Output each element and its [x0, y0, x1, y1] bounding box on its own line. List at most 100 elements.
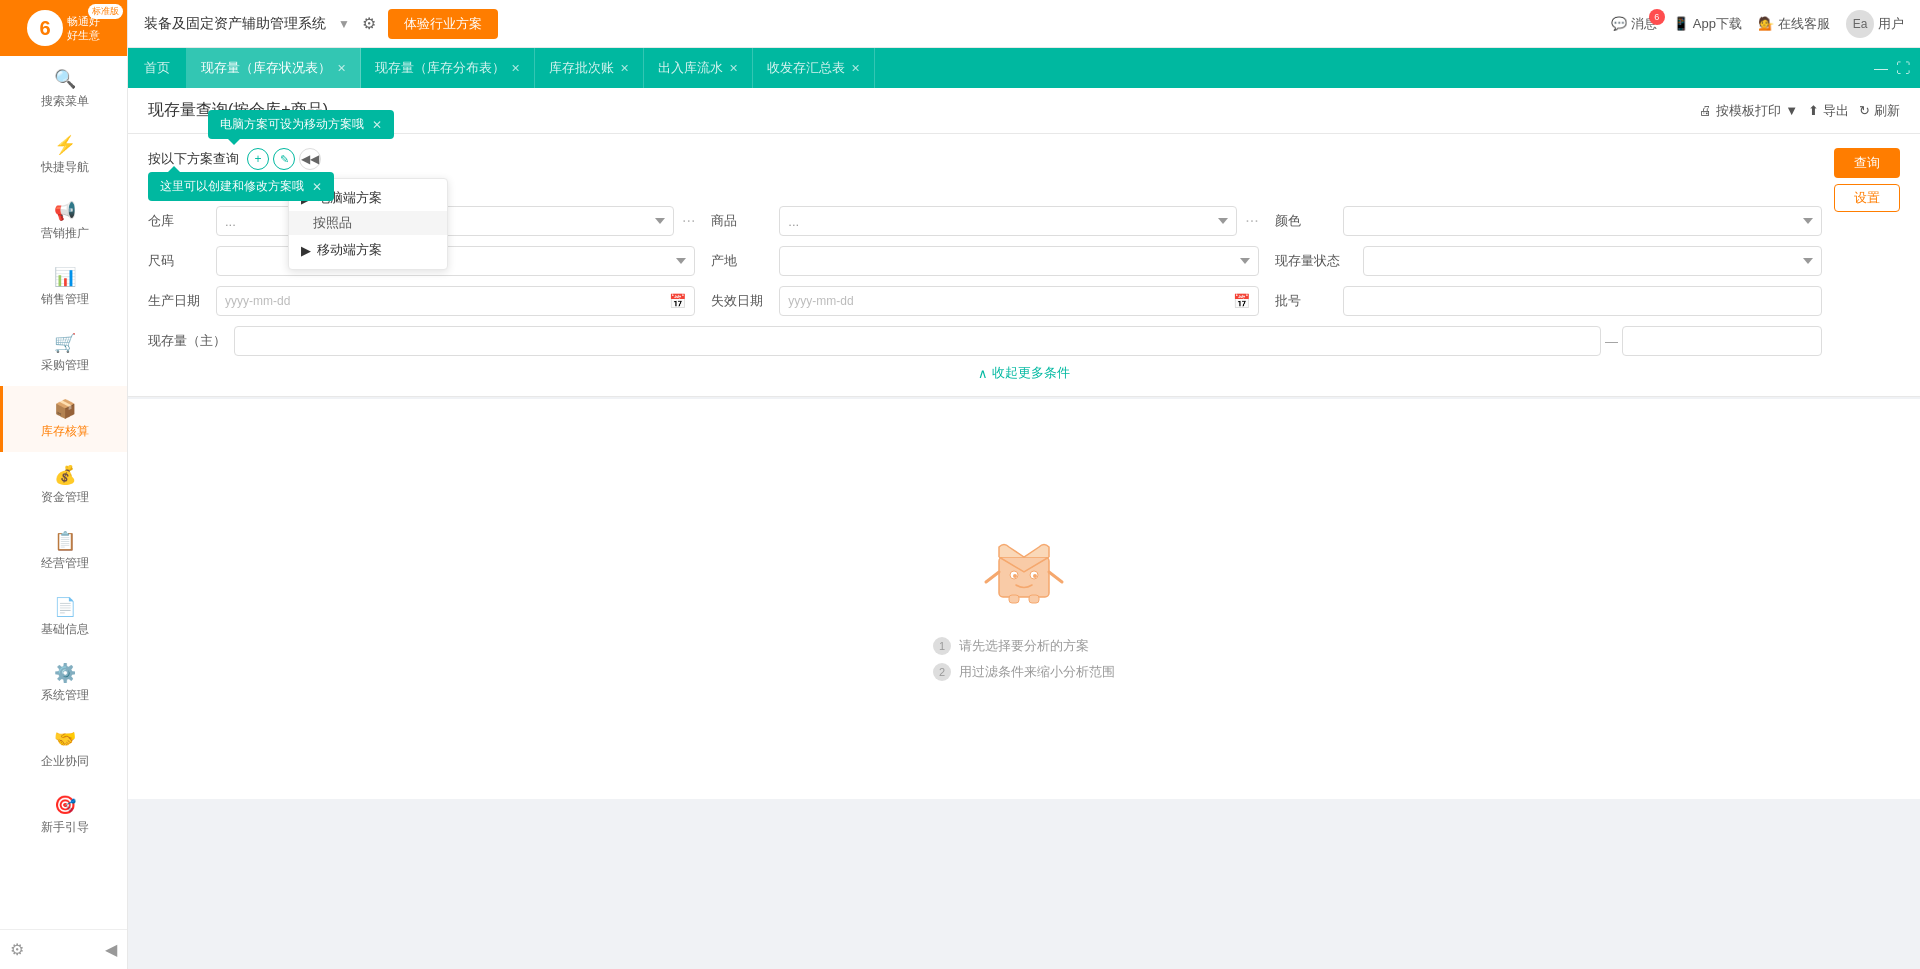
warehouse-dots[interactable]: ···	[682, 212, 695, 230]
tab-batch-account[interactable]: 库存批次账 ✕	[535, 48, 644, 88]
tab-home[interactable]: 首页	[128, 48, 187, 88]
header-settings-icon[interactable]: ⚙	[362, 14, 376, 33]
tab-inventory-status[interactable]: 现存量（库存状况表） ✕	[187, 48, 361, 88]
tab-close-batch-account[interactable]: ✕	[620, 62, 629, 75]
tab-close-inventory-dist[interactable]: ✕	[511, 62, 520, 75]
refresh-btn[interactable]: ↻ 刷新	[1859, 102, 1900, 120]
stock-qty-to[interactable]	[1622, 326, 1822, 356]
online-support-btn[interactable]: 💁 在线客服	[1758, 15, 1830, 33]
tab-inventory-dist[interactable]: 现存量（库存分布表） ✕	[361, 48, 535, 88]
prev-scheme-btn[interactable]: ◀◀	[299, 148, 321, 170]
sidebar-item-system[interactable]: ⚙️ 系统管理	[0, 650, 127, 716]
sidebar-item-enterprise[interactable]: 🤝 企业协同	[0, 716, 127, 782]
logo-badge: 标准版	[88, 4, 123, 19]
filter-item-prod-date: 生产日期 yyyy-mm-dd 📅	[148, 286, 695, 316]
refresh-icon: ↻	[1859, 103, 1870, 118]
tabs-right-actions: — ⛶	[1864, 60, 1920, 76]
app-download-icon: 📱	[1673, 16, 1689, 31]
page-header: 现存量查询(按仓库+商品) 🖨 按模板打印 ▼ ⬆ 导出 ↻ 刷新	[128, 88, 1920, 134]
tab-close-inout-flow[interactable]: ✕	[729, 62, 738, 75]
sidebar-item-basic[interactable]: 📄 基础信息	[0, 584, 127, 650]
svg-point-3	[1013, 574, 1017, 578]
filter-area-wrapper: 按以下方案查询 + ✎ ◀◀ ▶ 电脑端方案	[128, 134, 1920, 397]
sidebar-item-purchase[interactable]: 🛒 采购管理	[0, 320, 127, 386]
tooltip2-text: 这里可以创建和修改方案哦	[160, 178, 304, 195]
scheme-group-mobile[interactable]: ▶ 移动端方案	[289, 237, 447, 263]
prod-date-calendar-icon[interactable]: 📅	[669, 293, 686, 309]
sidebar-item-inventory[interactable]: 📦 库存核算	[0, 386, 127, 452]
collapse-sidebar-icon[interactable]: ◀	[105, 940, 117, 959]
tab-receipt-summary[interactable]: 收发存汇总表 ✕	[753, 48, 875, 88]
stock-qty-range: —	[234, 326, 1822, 356]
user-btn[interactable]: Ea 用户	[1846, 10, 1904, 38]
print-icon: 🖨	[1699, 103, 1712, 118]
tip-text-2: 用过滤条件来缩小分析范围	[959, 663, 1115, 681]
tooltip1-close[interactable]: ✕	[372, 118, 382, 132]
stock-status-label: 现存量状态	[1275, 252, 1355, 270]
tab-inventory-dist-label: 现存量（库存分布表）	[375, 59, 505, 77]
filter-item-stock-status: 现存量状态	[1275, 246, 1822, 276]
origin-select[interactable]	[779, 246, 1258, 276]
industry-btn[interactable]: 体验行业方案	[388, 9, 498, 39]
sidebar-item-operation[interactable]: 📋 经营管理	[0, 518, 127, 584]
svg-line-6	[1049, 572, 1062, 582]
batch-input[interactable]	[1343, 286, 1822, 316]
tooltip2-arrow	[168, 166, 180, 172]
sidebar-item-marketing[interactable]: 📢 营销推广	[0, 188, 127, 254]
exp-date-calendar-icon[interactable]: 📅	[1233, 293, 1250, 309]
stock-qty-label: 现存量（主）	[148, 332, 226, 350]
collapse-btn[interactable]: ∧ 收起更多条件	[148, 356, 1900, 382]
add-scheme-btn[interactable]: +	[247, 148, 269, 170]
scheme-item-product[interactable]: 按照品	[289, 211, 447, 235]
search-icon: 🔍	[54, 68, 76, 90]
exp-date-input[interactable]: yyyy-mm-dd 📅	[779, 286, 1258, 316]
system-name: 装备及固定资产辅助管理系统	[144, 15, 326, 33]
prod-date-input[interactable]: yyyy-mm-dd 📅	[216, 286, 695, 316]
product-select[interactable]: ...	[779, 206, 1237, 236]
sidebar-item-quick-nav[interactable]: ⚡ 快捷导航	[0, 122, 127, 188]
tooltip2-close[interactable]: ✕	[312, 180, 322, 194]
tip-text-1: 请先选择要分析的方案	[959, 637, 1089, 655]
tab-close-inventory-status[interactable]: ✕	[337, 62, 346, 75]
tab-maximize-icon[interactable]: ⛶	[1896, 60, 1910, 76]
export-btn[interactable]: ⬆ 导出	[1808, 102, 1849, 120]
sidebar-item-finance[interactable]: 💰 资金管理	[0, 452, 127, 518]
print-btn[interactable]: 🖨 按模板打印 ▼	[1699, 102, 1798, 120]
sidebar-logo: 6 畅通好 好生意 标准版	[0, 0, 127, 56]
tab-batch-account-label: 库存批次账	[549, 59, 614, 77]
print-dropdown-icon: ▼	[1785, 103, 1798, 118]
tab-minimize-icon[interactable]: —	[1874, 60, 1888, 76]
product-dots[interactable]: ···	[1245, 212, 1258, 230]
notification-badge: 6	[1649, 9, 1665, 25]
edit-tooltip: 这里可以创建和修改方案哦 ✕	[148, 172, 334, 201]
tab-inout-flow[interactable]: 出入库流水 ✕	[644, 48, 753, 88]
tabs-bar: 首页 现存量（库存状况表） ✕ 现存量（库存分布表） ✕ 库存批次账 ✕ 出入库…	[128, 48, 1920, 88]
app-download-btn[interactable]: 📱 App下载	[1673, 15, 1742, 33]
color-select[interactable]	[1343, 206, 1822, 236]
sidebar-item-sales[interactable]: 📊 销售管理	[0, 254, 127, 320]
query-btn-area: 查询 设置	[1834, 148, 1900, 212]
size-label: 尺码	[148, 252, 208, 270]
exp-date-placeholder: yyyy-mm-dd	[788, 294, 853, 308]
sidebar-item-guide[interactable]: 🎯 新手引导	[0, 782, 127, 848]
stock-status-select[interactable]	[1363, 246, 1822, 276]
stock-qty-from[interactable]	[234, 326, 1601, 356]
support-icon: 💁	[1758, 16, 1774, 31]
empty-tip-1: 1 请先选择要分析的方案	[933, 637, 1115, 655]
system-dropdown-icon[interactable]: ▼	[338, 17, 350, 31]
empty-state: 1 请先选择要分析的方案 2 用过滤条件来缩小分析范围	[128, 399, 1920, 799]
tab-close-receipt-summary[interactable]: ✕	[851, 62, 860, 75]
scheme-tooltip: 电脑方案可设为移动方案哦 ✕	[208, 110, 394, 139]
tab-home-label: 首页	[144, 59, 170, 77]
notification-btn[interactable]: 💬 消息 6	[1611, 15, 1657, 33]
settings-icon[interactable]: ⚙	[10, 940, 24, 959]
filter-item-product: 商品 ... ···	[711, 206, 1258, 236]
svg-rect-7	[1009, 595, 1019, 603]
query-btn[interactable]: 查询	[1834, 148, 1900, 178]
enterprise-icon: 🤝	[54, 728, 76, 750]
reset-btn[interactable]: 设置	[1834, 184, 1900, 212]
sidebar-item-search[interactable]: 🔍 搜索菜单	[0, 56, 127, 122]
refresh-label: 刷新	[1874, 102, 1900, 120]
filter-item-exp-date: 失效日期 yyyy-mm-dd 📅	[711, 286, 1258, 316]
edit-scheme-btn[interactable]: ✎	[273, 148, 295, 170]
